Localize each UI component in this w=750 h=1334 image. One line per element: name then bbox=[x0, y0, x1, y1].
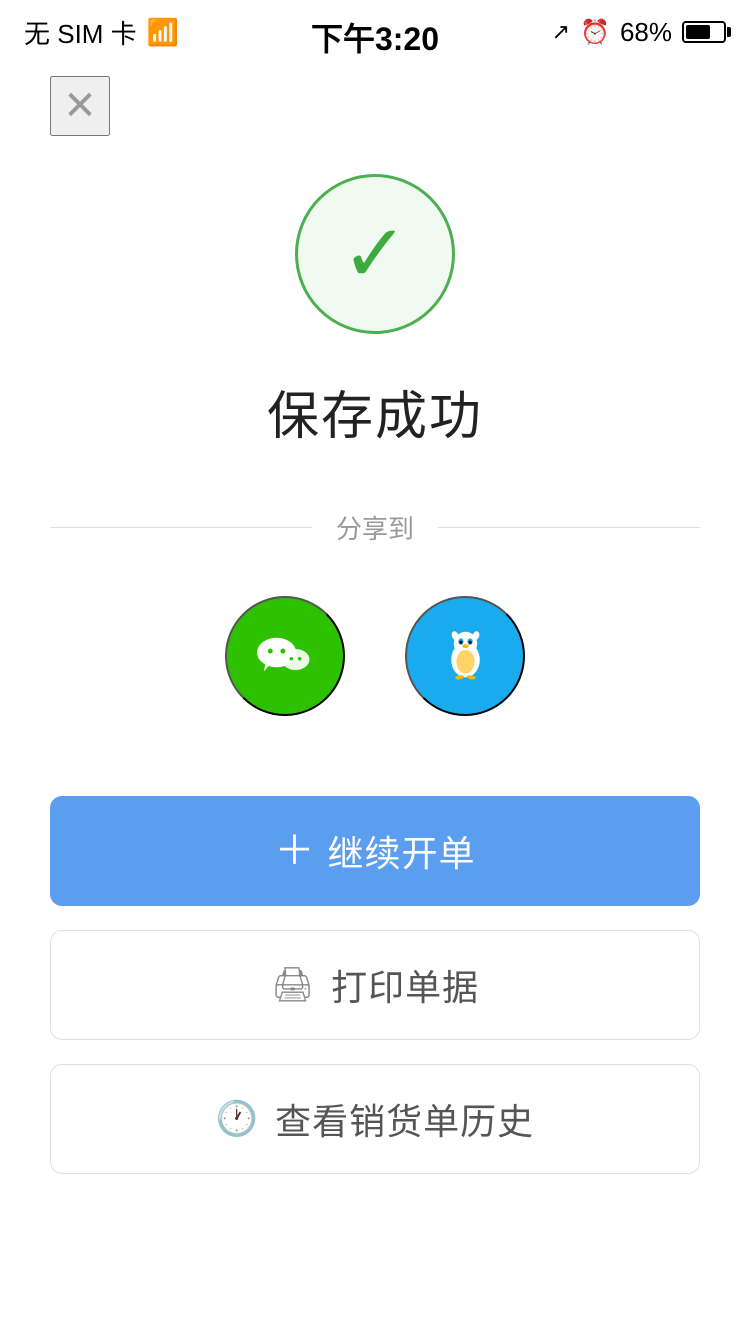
share-line-left bbox=[50, 527, 312, 528]
status-time: 下午3:20 bbox=[311, 14, 439, 60]
status-right: ↗ ⏰ 68% bbox=[552, 17, 726, 48]
close-icon: ✕ bbox=[63, 83, 97, 129]
close-button[interactable]: ✕ bbox=[50, 76, 110, 136]
qq-logo bbox=[433, 624, 498, 689]
battery-container bbox=[682, 21, 726, 43]
share-label: 分享到 bbox=[312, 509, 438, 546]
location-icon: ↗ bbox=[552, 19, 570, 45]
battery-percent: 68% bbox=[620, 17, 672, 48]
wifi-icon: 📶 bbox=[147, 17, 179, 48]
success-title: 保存成功 bbox=[267, 374, 483, 449]
wechat-share-button[interactable] bbox=[225, 596, 345, 716]
qq-share-button[interactable] bbox=[405, 596, 525, 716]
battery-fill bbox=[686, 25, 710, 39]
wechat-logo bbox=[250, 621, 320, 691]
battery-bar bbox=[682, 21, 726, 43]
share-icons bbox=[225, 596, 525, 716]
print-label: 打印单据 bbox=[331, 959, 479, 1011]
clock-icon: 🕐 bbox=[216, 1099, 259, 1139]
history-button[interactable]: 🕐 查看销货单历史 bbox=[50, 1064, 700, 1174]
button-group: ＋ 继续开单 🖨 打印单据 🕐 查看销货单历史 bbox=[50, 796, 700, 1174]
print-button[interactable]: 🖨 打印单据 bbox=[50, 930, 700, 1040]
plus-icon: ＋ bbox=[274, 831, 315, 871]
checkmark-icon: ✓ bbox=[341, 214, 408, 294]
success-circle: ✓ bbox=[295, 174, 455, 334]
printer-icon: 🖨 bbox=[271, 965, 315, 1005]
status-left: 无 SIM 卡 📶 bbox=[24, 14, 179, 51]
share-section: 分享到 bbox=[50, 509, 700, 546]
continue-label: 继续开单 bbox=[327, 825, 475, 877]
alarm-icon: ⏰ bbox=[580, 18, 610, 47]
main-content: ✓ 保存成功 分享到 bbox=[0, 64, 750, 1174]
status-bar: 无 SIM 卡 📶 下午3:20 ↗ ⏰ 68% bbox=[0, 0, 750, 64]
history-label: 查看销货单历史 bbox=[275, 1093, 534, 1145]
continue-button[interactable]: ＋ 继续开单 bbox=[50, 796, 700, 906]
sim-status: 无 SIM 卡 bbox=[24, 14, 137, 51]
share-line-right bbox=[438, 527, 700, 528]
